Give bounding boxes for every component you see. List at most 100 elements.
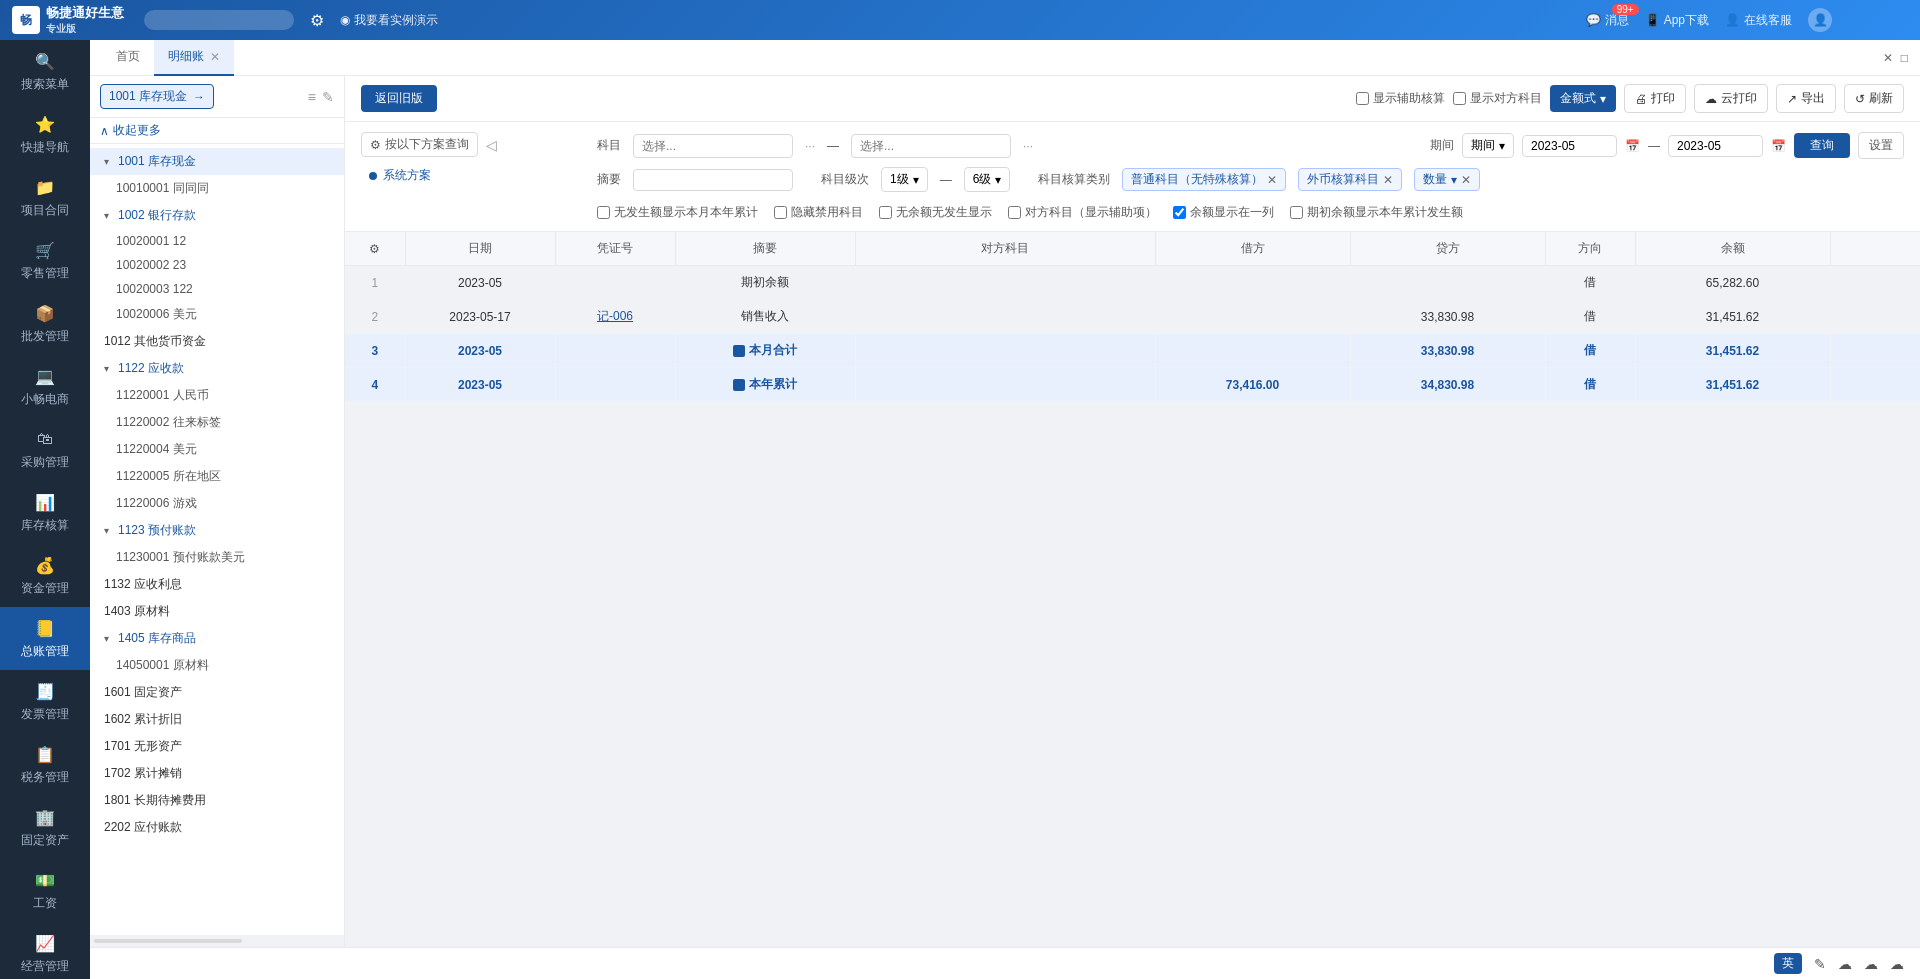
account-1001[interactable]: ▾ 1001 库存现金	[90, 148, 344, 175]
account-10020003[interactable]: 10020003 122	[90, 277, 344, 301]
list-view-icon[interactable]: ≡	[308, 89, 316, 105]
account-11220006[interactable]: 11220006 游戏	[90, 490, 344, 517]
query-btn[interactable]: 查询	[1794, 133, 1850, 158]
chk-no-balance-show[interactable]: 无余额无发生显示	[879, 204, 992, 221]
account-2202[interactable]: 2202 应付账款	[90, 814, 344, 841]
period-start-input[interactable]	[1522, 135, 1617, 157]
sidebar-item-purchase[interactable]: 🛍 采购管理	[0, 418, 90, 481]
account-11220001[interactable]: 11220001 人民币	[90, 382, 344, 409]
sidebar-item-salary[interactable]: 💵 工资	[0, 859, 90, 922]
tag3-close-icon[interactable]: ✕	[1461, 173, 1471, 187]
tab-close-icon[interactable]: ✕	[210, 50, 220, 64]
account-10020006[interactable]: 10020006 美元	[90, 301, 344, 328]
account-10020001[interactable]: 10020001 12	[90, 229, 344, 253]
print-btn[interactable]: 🖨 打印	[1624, 84, 1686, 113]
category-tag-2[interactable]: 外币核算科目 ✕	[1298, 168, 1402, 191]
account-1132[interactable]: 1132 应收利息	[90, 571, 344, 598]
sidebar-item-tax[interactable]: 📋 税务管理	[0, 733, 90, 796]
tag2-close-icon[interactable]: ✕	[1383, 173, 1393, 187]
chk-period-balance[interactable]: 期初余额显示本年累计发生额	[1290, 204, 1463, 221]
refresh-btn[interactable]: ↺ 刷新	[1844, 84, 1904, 113]
account-1002[interactable]: ▾ 1002 银行存款	[90, 202, 344, 229]
th-settings[interactable]: ⚙	[345, 232, 405, 266]
window-maximize-btn[interactable]: □	[1901, 51, 1908, 65]
horizontal-scrollbar[interactable]	[90, 935, 344, 947]
tab-ledger[interactable]: 明细账 ✕	[154, 40, 234, 76]
sidebar-item-invoice[interactable]: 🧾 发票管理	[0, 670, 90, 733]
account-1123[interactable]: ▾ 1123 预付账款	[90, 517, 344, 544]
account-1601[interactable]: 1601 固定资产	[90, 679, 344, 706]
account-1701[interactable]: 1701 无形资产	[90, 733, 344, 760]
sidebar-item-fixed[interactable]: 🏢 固定资产	[0, 796, 90, 859]
filter-collapse-icon[interactable]: ◁	[486, 137, 497, 153]
sidebar-item-search[interactable]: 🔍 搜索菜单	[0, 40, 90, 103]
sidebar-item-business[interactable]: 📈 经营管理	[0, 922, 90, 979]
account-14050001[interactable]: 14050001 原材料	[90, 652, 344, 679]
account-11220002[interactable]: 11220002 往来标签	[90, 409, 344, 436]
selected-account[interactable]: 1001 库存现金 →	[100, 84, 214, 109]
top-search-input[interactable]	[144, 10, 294, 30]
level-end-select[interactable]: 6级 ▾	[964, 167, 1011, 192]
app-download-btn[interactable]: 📱 App下载	[1645, 12, 1709, 29]
sidebar-item-shortcut[interactable]: ⭐ 快捷导航	[0, 103, 90, 166]
category-tag-3[interactable]: 数量 ▾ ✕	[1414, 168, 1480, 191]
sync-status-icon[interactable]: ☁	[1864, 956, 1878, 972]
chk-opposite-show[interactable]: 对方科目（显示辅助项）	[1008, 204, 1157, 221]
account-11220005[interactable]: 11220005 所在地区	[90, 463, 344, 490]
edit-icon[interactable]: ✎	[322, 89, 334, 105]
account-11230001[interactable]: 11230001 预付账款美元	[90, 544, 344, 571]
settings-icon[interactable]: ⚙	[310, 11, 324, 30]
show-opposite-checkbox[interactable]: 显示对方科目	[1453, 90, 1542, 107]
level-start-select[interactable]: 1级 ▾	[881, 167, 928, 192]
cloud-status-icon[interactable]: ☁	[1838, 956, 1852, 972]
expand-more-btn[interactable]: ∧ 收起更多	[100, 122, 334, 139]
edit-status-icon[interactable]: ✎	[1814, 956, 1826, 972]
account-11220004[interactable]: 11220004 美元	[90, 436, 344, 463]
cloud-print-btn[interactable]: ☁ 云打印	[1694, 84, 1768, 113]
sidebar-item-inventory[interactable]: 📊 库存核算	[0, 481, 90, 544]
ellipsis-btn-2[interactable]: ···	[1023, 139, 1033, 153]
subject-end-input[interactable]	[851, 134, 1011, 158]
account-1403[interactable]: 1403 原材料	[90, 598, 344, 625]
account-1405[interactable]: ▾ 1405 库存商品	[90, 625, 344, 652]
message-btn[interactable]: 💬 消息 99+	[1586, 12, 1629, 29]
account-10020002[interactable]: 10020002 23	[90, 253, 344, 277]
show-aux-checkbox[interactable]: 显示辅助核算	[1356, 90, 1445, 107]
chk-no-balance[interactable]: 无发生额显示本月本年累计	[597, 204, 758, 221]
user-avatar[interactable]: 👤	[1808, 8, 1832, 32]
subject-start-input[interactable]	[633, 134, 793, 158]
sidebar-item-ecommerce[interactable]: 💻 小畅电商	[0, 355, 90, 418]
tab-home[interactable]: 首页	[102, 40, 154, 76]
period-end-input[interactable]	[1668, 135, 1763, 157]
period-type-select[interactable]: 期间 ▾	[1462, 133, 1514, 158]
sidebar-item-wholesale[interactable]: 📦 批发管理	[0, 292, 90, 355]
demo-link[interactable]: ◉ 我要看实例演示	[340, 12, 438, 29]
calendar-start-icon[interactable]: 📅	[1625, 139, 1640, 153]
chk-balance-one-col[interactable]: 余额显示在一列	[1173, 204, 1274, 221]
format-btn[interactable]: 金额式 ▾	[1550, 85, 1616, 112]
cloud2-status-icon[interactable]: ☁	[1890, 956, 1904, 972]
export-btn[interactable]: ↗ 导出	[1776, 84, 1836, 113]
tag1-close-icon[interactable]: ✕	[1267, 173, 1277, 187]
account-1012[interactable]: 1012 其他货币资金	[90, 328, 344, 355]
calendar-end-icon[interactable]: 📅	[1771, 139, 1786, 153]
account-1702[interactable]: 1702 累计摊销	[90, 760, 344, 787]
ellipsis-btn-1[interactable]: ···	[805, 139, 815, 153]
account-1801[interactable]: 1801 长期待摊费用	[90, 787, 344, 814]
chk-hide-disabled[interactable]: 隐藏禁用科目	[774, 204, 863, 221]
voucher-link[interactable]: 记-006	[597, 309, 633, 323]
filter-toggle-btn[interactable]: ⚙ 按以下方案查询	[361, 132, 478, 157]
online-service-btn[interactable]: 👤 在线客服	[1725, 12, 1792, 29]
language-btn[interactable]: 英	[1774, 953, 1802, 974]
sidebar-item-project[interactable]: 📁 项目合同	[0, 166, 90, 229]
sidebar-item-finance[interactable]: 💰 资金管理	[0, 544, 90, 607]
account-1602[interactable]: 1602 累计折旧	[90, 706, 344, 733]
account-1122[interactable]: ▾ 1122 应收款	[90, 355, 344, 382]
system-scheme-btn[interactable]: 系统方案	[361, 163, 581, 188]
summary-input[interactable]	[633, 169, 793, 191]
category-tag-1[interactable]: 普通科目（无特殊核算） ✕	[1122, 168, 1286, 191]
sidebar-item-ledger[interactable]: 📒 总账管理	[0, 607, 90, 670]
settings-btn[interactable]: 设置	[1858, 132, 1904, 159]
account-10010001[interactable]: 10010001 同同同	[90, 175, 344, 202]
back-btn[interactable]: 返回旧版	[361, 85, 437, 112]
